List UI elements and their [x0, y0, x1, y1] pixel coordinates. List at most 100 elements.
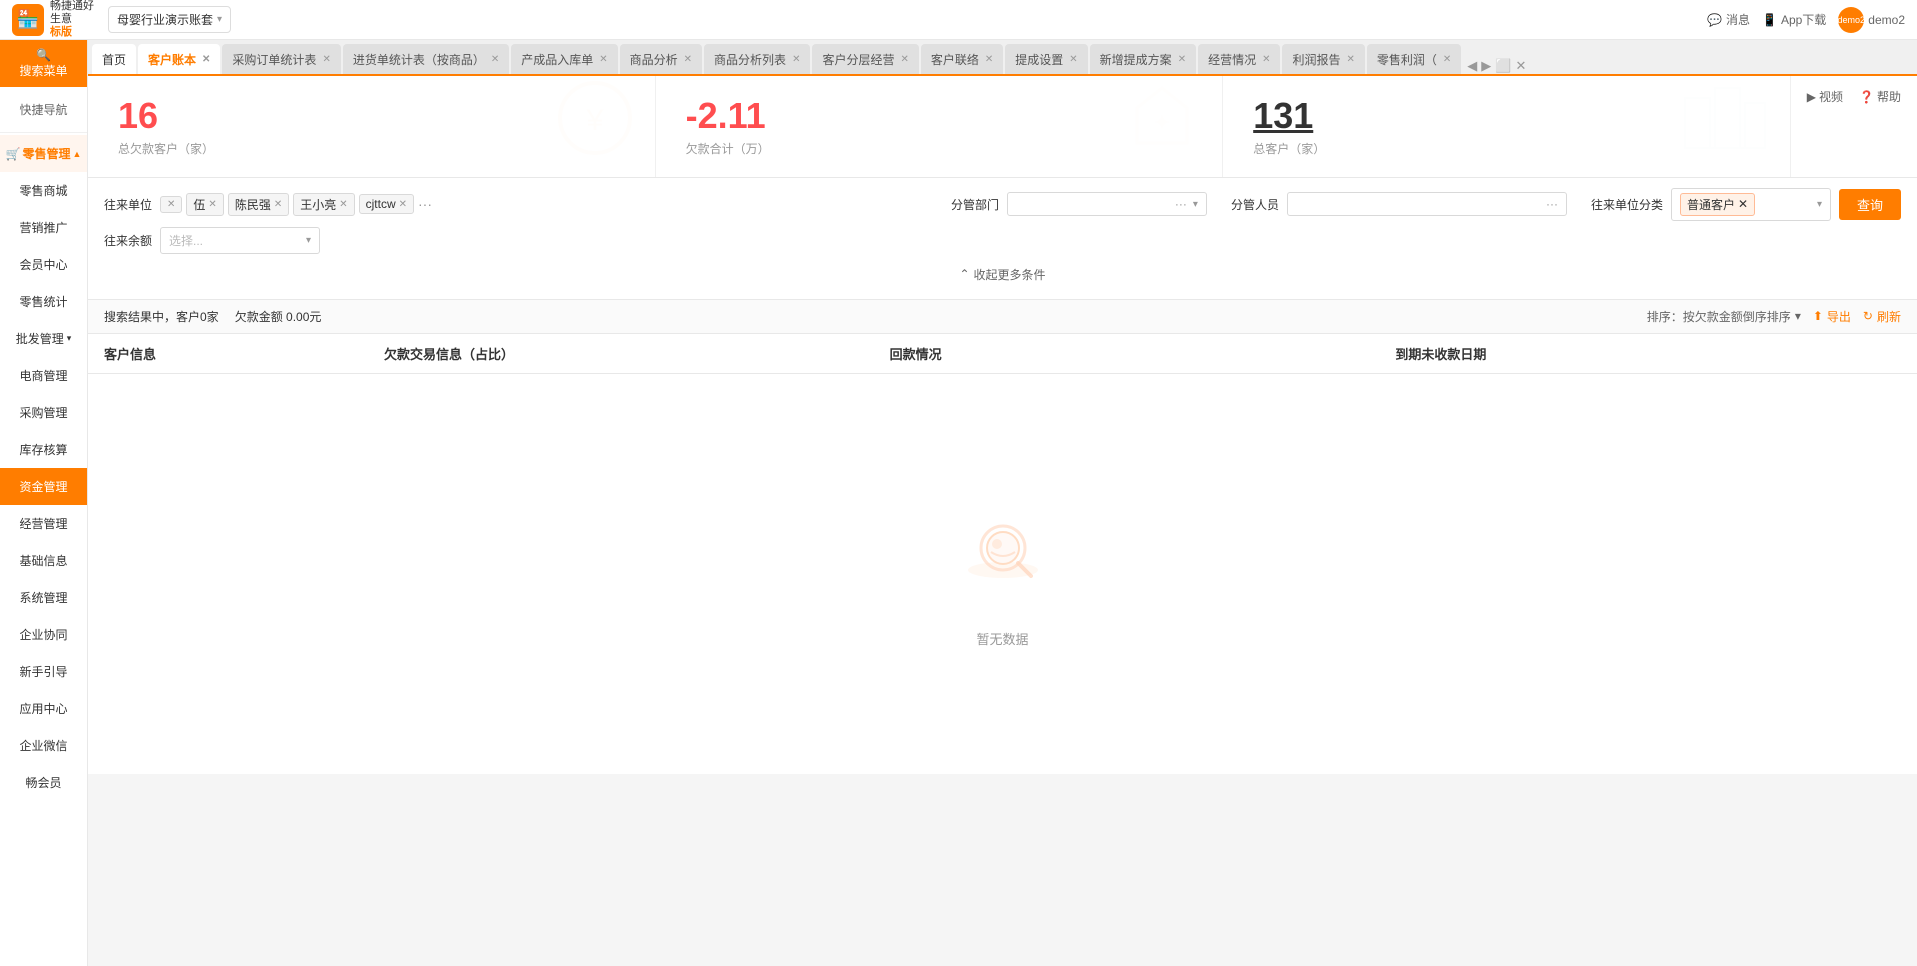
sidebar-item-inventory[interactable]: 库存核算 — [0, 431, 87, 468]
filter-tag-remove-icon[interactable]: ✕ — [208, 199, 216, 210]
sidebar-item-operations[interactable]: 经营管理 — [0, 505, 87, 542]
filter-dept-select[interactable]: ··· ▾ — [1007, 192, 1207, 216]
filter-tag-unit-all[interactable]: ✕ — [160, 196, 182, 213]
tab-close-icon[interactable]: ✕ — [985, 54, 993, 65]
filter-more-icon[interactable]: ··· — [418, 196, 432, 212]
result-bar-right: 排序：按欠款金额倒序排序 ▾ ⬆ 导出 ↻ 刷新 — [1647, 308, 1901, 325]
store-selector[interactable]: 母婴行业演示账套 ▾ — [108, 6, 231, 33]
stat-number-1: 16 — [118, 96, 158, 136]
sidebar-item-enterprise-collab[interactable]: 企业协同 — [0, 616, 87, 653]
sidebar-item-retail-mgmt[interactable]: 🛒 零售管理 ▲ — [0, 135, 87, 172]
tab-prev-icon[interactable]: ◀ — [1467, 58, 1477, 74]
tab-close-icon[interactable]: ✕ — [202, 54, 210, 65]
sidebar-item-quick-nav[interactable]: 快捷导航 — [0, 93, 87, 126]
sidebar-item-wholesale-mgmt[interactable]: 批发管理 ▾ — [0, 320, 87, 357]
sidebar-item-ecommerce[interactable]: 电商管理 — [0, 357, 87, 394]
tab-close-icon[interactable]: ✕ — [900, 54, 908, 65]
filter-tag-unit-wu[interactable]: 伍 ✕ — [186, 193, 223, 216]
filter-balance-select[interactable]: 选择... ▾ — [160, 227, 320, 254]
tab-customer-accounts[interactable]: 客户账本 ✕ — [138, 44, 220, 74]
tab-close-icon[interactable]: ✕ — [684, 54, 692, 65]
sidebar-item-new-guide[interactable]: 新手引导 — [0, 653, 87, 690]
chevron-down-icon: ▾ — [306, 235, 311, 246]
page-content: ¥ 16 总欠款客户（家） ✦ -2.11 欠款合计（万） — [88, 76, 1917, 966]
tab-new-increase[interactable]: 新增提成方案 ✕ — [1090, 44, 1196, 74]
sidebar-item-member-plus[interactable]: 畅会员 — [0, 764, 87, 801]
stat-card-1: ¥ 16 总欠款客户（家） — [88, 76, 656, 177]
filter-tag-remove-icon[interactable]: ✕ — [339, 199, 347, 210]
sidebar-item-basic-info[interactable]: 基础信息 — [0, 542, 87, 579]
video-btn[interactable]: ▶ 视频 — [1807, 88, 1843, 105]
refresh-button[interactable]: ↻ 刷新 — [1863, 308, 1901, 325]
tab-maximize-icon[interactable]: ⬜ — [1495, 58, 1511, 74]
tab-operations[interactable]: 经营情况 ✕ — [1198, 44, 1280, 74]
topbar: 🏪 畅捷通好生意 标版 母婴行业演示账套 ▾ 💬 消息 📱 App下载 demo… — [0, 0, 1917, 40]
empty-state: 暂无数据 — [893, 440, 1113, 708]
filter-category-select[interactable]: 普通客户 ✕ ▾ — [1671, 188, 1831, 221]
sidebar-item-retail-mall[interactable]: 零售商城 — [0, 172, 87, 209]
search-button[interactable]: 查询 — [1839, 189, 1901, 220]
tab-next-icon[interactable]: ▶ — [1481, 58, 1491, 74]
filter-category-label: 往来单位分类 — [1591, 196, 1663, 213]
tab-close-icon[interactable]: ✕ — [491, 54, 499, 65]
app-download-btn[interactable]: 📱 App下载 — [1762, 11, 1826, 28]
sidebar-item-retail-stats[interactable]: 零售统计 — [0, 283, 87, 320]
filter-category-remove-icon[interactable]: ✕ — [1738, 197, 1748, 211]
sidebar-search-btn[interactable]: 🔍 搜索菜单 — [0, 40, 87, 87]
sidebar-item-system[interactable]: 系统管理 — [0, 579, 87, 616]
tab-close-icon[interactable]: ✕ — [1178, 54, 1186, 65]
tab-customer-contact[interactable]: 客户联络 ✕ — [921, 44, 1003, 74]
filter-tag-unit-chen[interactable]: 陈民强 ✕ — [228, 193, 289, 216]
tab-close-icon[interactable]: ✕ — [322, 54, 330, 65]
export-button[interactable]: ⬆ 导出 — [1813, 308, 1851, 325]
messages-btn[interactable]: 💬 消息 — [1707, 11, 1750, 28]
stat-bg-icon-2: ✦ — [1122, 78, 1202, 174]
tab-product-analysis-list[interactable]: 商品分析列表 ✕ — [704, 44, 810, 74]
stat-label-1: 总欠款客户（家） — [118, 140, 214, 157]
tab-close-all-icon[interactable]: ✕ — [1515, 58, 1526, 74]
collapse-btn[interactable]: ⌃ 收起更多条件 — [953, 260, 1051, 289]
result-bar: 搜索结果中，客户0家 欠款金额 0.00元 排序：按欠款金额倒序排序 ▾ ⬆ 导… — [88, 300, 1917, 334]
filter-tag-unit-cjttcw[interactable]: cjttcw ✕ — [359, 194, 414, 214]
tab-retail-profit[interactable]: 零售利润（ ✕ — [1367, 44, 1461, 74]
tab-close-icon[interactable]: ✕ — [1262, 54, 1270, 65]
refresh-icon: ↻ — [1863, 309, 1873, 323]
help-btn[interactable]: ❓ 帮助 — [1859, 88, 1901, 105]
tab-close-icon[interactable]: ✕ — [1443, 54, 1451, 65]
sidebar-item-member-center[interactable]: 会员中心 — [0, 246, 87, 283]
chevron-down-icon: ▾ — [67, 333, 72, 344]
user-avatar-area[interactable]: demo2 demo2 — [1838, 7, 1905, 33]
tab-close-icon[interactable]: ✕ — [792, 54, 800, 65]
sidebar-item-purchase[interactable]: 采购管理 — [0, 394, 87, 431]
tab-close-icon[interactable]: ✕ — [599, 54, 607, 65]
sidebar-item-enterprise-wechat[interactable]: 企业微信 — [0, 727, 87, 764]
filter-tag-remove-icon[interactable]: ✕ — [399, 199, 407, 210]
chevron-down-icon: ▾ — [1817, 199, 1822, 210]
filter-tag-close-icon[interactable]: ✕ — [167, 199, 175, 210]
app-icon: 📱 — [1762, 13, 1777, 27]
tab-product-inbound[interactable]: 产成品入库单 ✕ — [511, 44, 617, 74]
tab-product-analysis[interactable]: 商品分析 ✕ — [620, 44, 702, 74]
filter-tag-remove-icon[interactable]: ✕ — [274, 199, 282, 210]
chevron-down-icon: ▾ — [1193, 199, 1198, 210]
tab-close-icon[interactable]: ✕ — [1069, 54, 1077, 65]
sidebar-item-app-center[interactable]: 应用中心 — [0, 690, 87, 727]
filter-tag-unit-wang[interactable]: 王小亮 ✕ — [293, 193, 354, 216]
sort-button[interactable]: 排序：按欠款金额倒序排序 ▾ — [1647, 308, 1801, 325]
tab-inbound-stats[interactable]: 进货单统计表（按商品） ✕ — [343, 44, 509, 74]
tab-customer-tier[interactable]: 客户分层经营 ✕ — [812, 44, 918, 74]
stat-label-2: 欠款合计（万） — [686, 140, 770, 157]
sidebar-item-capital[interactable]: 资金管理 — [0, 468, 87, 505]
filter-person-input[interactable]: ··· — [1287, 192, 1567, 216]
sidebar: 🔍 搜索菜单 快捷导航 🛒 零售管理 ▲ 零售商城 营销推广 会员中心 — [0, 40, 88, 966]
filter-dept-label: 分管部门 — [951, 196, 999, 213]
tab-close-icon[interactable]: ✕ — [1347, 54, 1355, 65]
content-area: 首页 客户账本 ✕ 采购订单统计表 ✕ 进货单统计表（按商品） ✕ 产成品入库单… — [88, 40, 1917, 966]
tab-profit-report[interactable]: 利润报告 ✕ — [1282, 44, 1364, 74]
person-more-icon: ··· — [1546, 197, 1558, 211]
sidebar-item-marketing[interactable]: 营销推广 — [0, 209, 87, 246]
tab-prompt-settings[interactable]: 提成设置 ✕ — [1005, 44, 1087, 74]
logo-area: 🏪 畅捷通好生意 标版 — [12, 0, 100, 39]
tab-purchase-order-stats[interactable]: 采购订单统计表 ✕ — [222, 44, 340, 74]
tab-home[interactable]: 首页 — [92, 44, 136, 74]
